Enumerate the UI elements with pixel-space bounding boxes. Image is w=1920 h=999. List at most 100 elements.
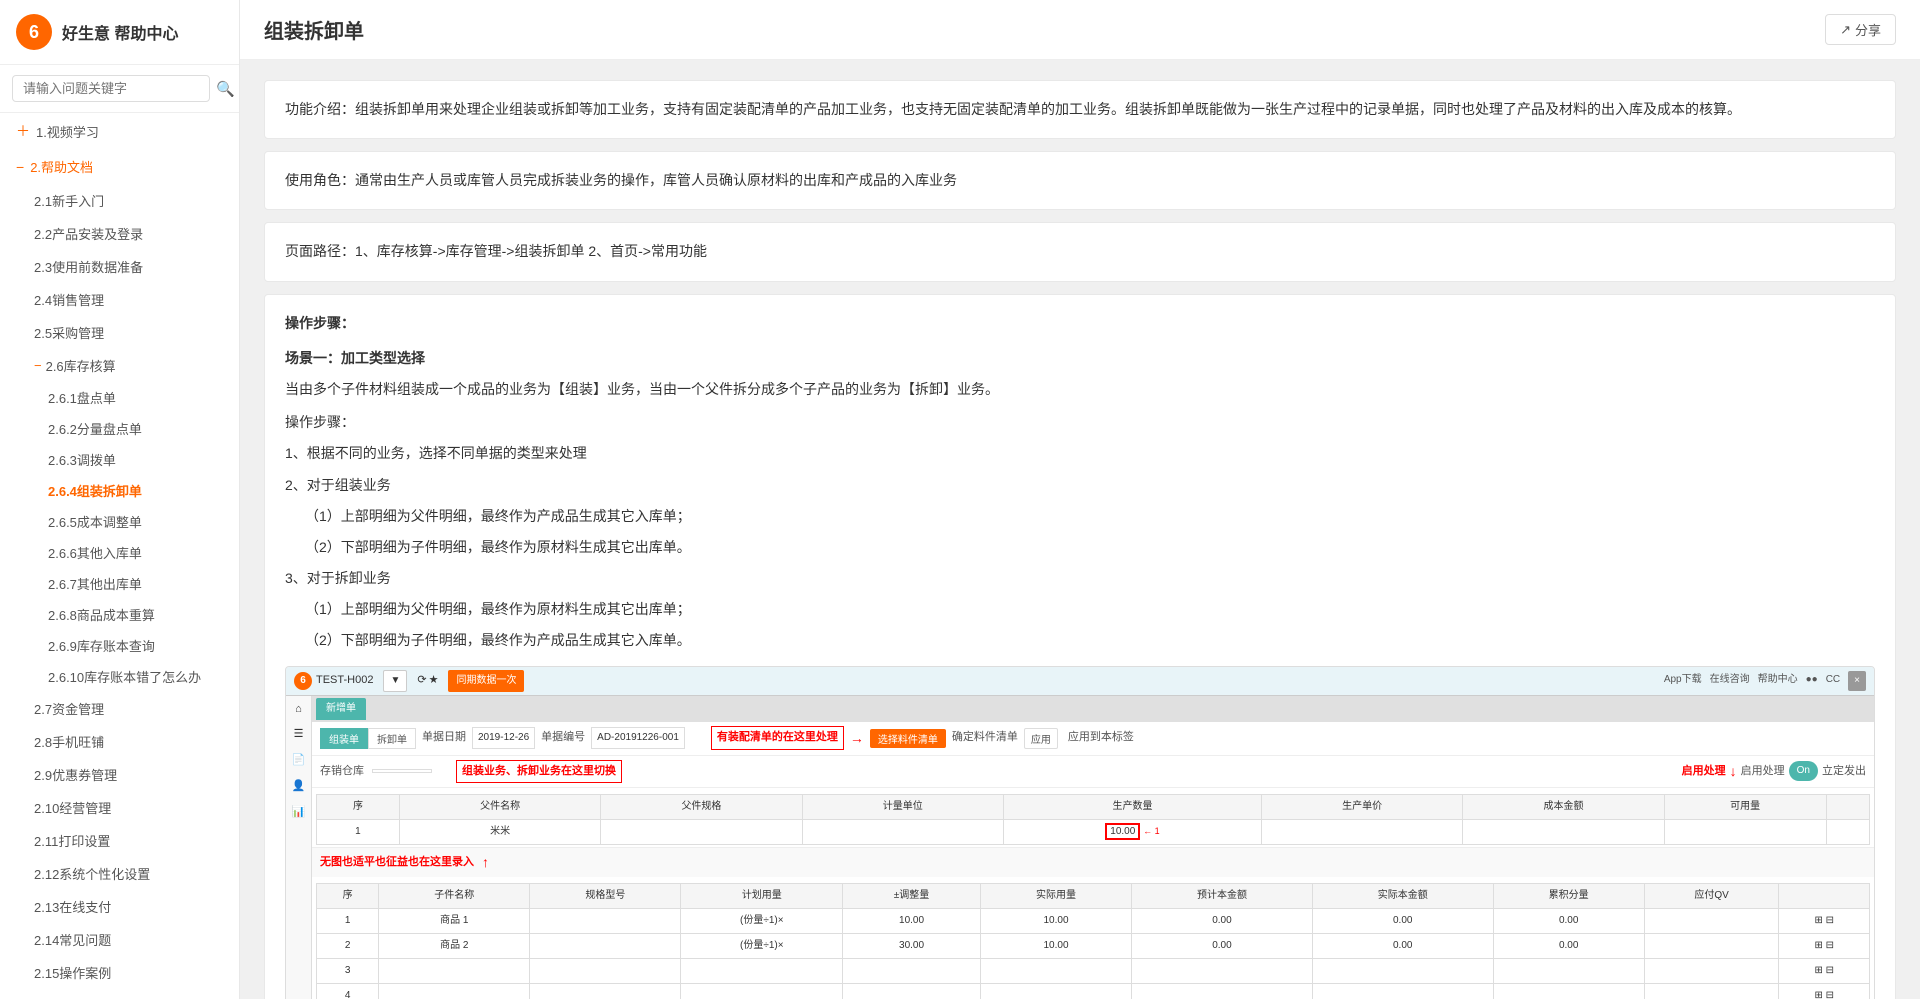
sidebar-item-install[interactable]: 2.2产品安装及登录 <box>0 217 239 250</box>
sidebar-item-docs[interactable]: − 2.帮助文档 <box>0 149 239 184</box>
step3: 3、对于拆卸业务 <box>285 566 1875 591</box>
sidebar-item-print[interactable]: 2.11打印设置 <box>0 824 239 857</box>
search-area: 🔍 <box>0 65 239 113</box>
mock-th-unit: 计量单位 <box>802 795 1003 820</box>
mock-child-table: 序 子件名称 规格型号 计划用量 ±调整量 实际用量 预计本金额 实际本金额 <box>316 883 1870 999</box>
nav-section: ＋ 1.视频学习 − 2.帮助文档 2.1新手入门 2.2产品安装及登录 2.3… <box>0 113 239 989</box>
mock-body: ⌂ ☰ 📄 👤 📊 新增单 <box>286 696 1874 999</box>
mock-child-th-name: 子件名称 <box>379 884 530 909</box>
sidebar-item-ops[interactable]: 2.10经营管理 <box>0 791 239 824</box>
mock-child-th-plan: 计划用量 <box>681 884 843 909</box>
table-row: 4⊞ ⊟ <box>317 984 1870 999</box>
mock-people-icon: 👤 <box>292 777 306 797</box>
logo-area: 6 好生意 帮助中心 <box>0 0 239 65</box>
sidebar-item-faq[interactable]: 2.14常见问题 <box>0 923 239 956</box>
sidebar-item-sales[interactable]: 2.4销售管理 <box>0 283 239 316</box>
sidebar-item-cost-recalc[interactable]: 2.6.8商品成本重算 <box>0 599 239 630</box>
sidebar-item-data-prep[interactable]: 2.3使用前数据准备 <box>0 250 239 283</box>
mock-td-name: 米米 <box>399 820 600 845</box>
mock-child-th-acc: 累积分量 <box>1493 884 1644 909</box>
sidebar-item-video[interactable]: ＋ 1.视频学习 <box>0 113 239 149</box>
table-row: 3⊞ ⊟ <box>317 959 1870 984</box>
sidebar-item-finance[interactable]: 2.7资金管理 <box>0 692 239 725</box>
mock-th-price: 生产单价 <box>1261 795 1462 820</box>
sidebar-item-label: 1.视频学习 <box>36 122 99 141</box>
mock-th-parent-spec: 父件规格 <box>601 795 802 820</box>
mock-td-spec <box>601 820 802 845</box>
sidebar-item-partial-stock[interactable]: 2.6.2分量盘点单 <box>0 413 239 444</box>
mock-td-seq: 1 <box>317 820 400 845</box>
mock-tab-bar: 新增单 <box>312 696 1874 722</box>
arrow-icon-1: → <box>850 726 864 751</box>
page-title: 组装拆卸单 <box>264 15 364 44</box>
steps-sub-title: 操作步骤： <box>285 410 1875 435</box>
main-body: 功能介绍：组装拆卸单用来处理企业组装或拆卸等加工业务，支持有固定装配清单的产品加… <box>240 60 1920 999</box>
mock-child-th-qv: 应付QV <box>1644 884 1779 909</box>
mock-list-icon: ☰ <box>294 725 304 745</box>
mock-td-action <box>1826 820 1869 845</box>
sidebar-item-assembly[interactable]: 2.6.4组装拆卸单 <box>0 475 239 506</box>
annotation-text-4: 无图也适平也征益也在这里录入 <box>320 853 474 873</box>
sidebar-item-ledger-fix[interactable]: 2.6.10库存账本错了怎么办 <box>0 661 239 692</box>
mock-right-controls: 启用处理 ↓ 启用处理 On 立定发出 <box>1682 759 1866 784</box>
mock-disassemble-btn[interactable]: 拆卸单 <box>368 728 416 749</box>
mock-child-th-spec: 规格型号 <box>530 884 681 909</box>
mock-logo: 6 <box>294 672 312 690</box>
mock-screen: 6 TEST-H002 ▼ ⟳ ★ 同期数据一次 App下载 在线咨询 帮助中心 <box>286 667 1874 999</box>
sidebar-item-cases[interactable]: 2.15操作案例 <box>0 956 239 989</box>
sidebar-item-payment[interactable]: 2.13在线支付 <box>0 890 239 923</box>
screenshot-container: 6 TEST-H002 ▼ ⟳ ★ 同期数据一次 App下载 在线咨询 帮助中心 <box>285 666 1875 999</box>
sidebar-item-mobile[interactable]: 2.8手机旺铺 <box>0 725 239 758</box>
sidebar-item-ledger-query[interactable]: 2.6.9库存账本查询 <box>0 630 239 661</box>
mock-on-toggle[interactable]: On <box>1789 761 1818 781</box>
sidebar-item-coupon[interactable]: 2.9优惠券管理 <box>0 758 239 791</box>
mock-child-th-seq: 序 <box>317 884 379 909</box>
desc-card-1: 功能介绍：组装拆卸单用来处理企业组装或拆卸等加工业务，支持有固定装配清单的产品加… <box>264 80 1896 139</box>
mock-company: TEST-H002 <box>316 671 373 691</box>
mock-select-bom-btn[interactable]: 选择料件清单 <box>870 729 946 748</box>
mock-home-icon: ⌂ <box>295 700 302 720</box>
scene1-title: 场景一：加工类型选择 <box>285 346 1875 371</box>
table-row: 2 商品 2 (份量÷1)× 30.00 10.00 0.00 0.00 <box>317 934 1870 959</box>
mock-left-icons: ⌂ ☰ 📄 👤 📊 <box>286 696 312 999</box>
step1: 1、根据不同的业务，选择不同单据的类型来处理 <box>285 441 1875 466</box>
mock-th-avail: 可用量 <box>1664 795 1826 820</box>
mock-dropdown: ▼ <box>383 670 407 692</box>
sidebar-item-inventory[interactable]: − 2.6库存核算 <box>0 349 239 382</box>
sidebar-item-newbie[interactable]: 2.1新手入门 <box>0 184 239 217</box>
mock-type-toggle: 组装单 拆卸单 <box>320 728 416 749</box>
mock-td-avail <box>1664 820 1826 845</box>
sidebar-item-out-other[interactable]: 2.6.7其他出库单 <box>0 568 239 599</box>
mock-doc-icon: 📄 <box>292 751 306 771</box>
mock-td-cost <box>1463 820 1664 845</box>
table-row: 1 商品 1 (份量÷1)× 10.00 10.00 0.00 0.00 <box>317 909 1870 934</box>
mock-td-unit <box>802 820 1003 845</box>
mock-apply-btn[interactable]: 应用 <box>1024 728 1058 749</box>
sidebar-item-transfer[interactable]: 2.6.3调拨单 <box>0 444 239 475</box>
mock-date-input: 2019-12-26 <box>472 727 535 749</box>
mock-th-ops <box>1826 795 1869 820</box>
sidebar-item-in-other[interactable]: 2.6.6其他入库单 <box>0 537 239 568</box>
mock-child-th-adj: ±调整量 <box>843 884 981 909</box>
mock-assemble-btn[interactable]: 组装单 <box>320 728 368 749</box>
sidebar-item-settings[interactable]: 2.12系统个性化设置 <box>0 857 239 890</box>
search-input[interactable] <box>12 75 210 102</box>
sidebar-item-stock-check[interactable]: 2.6.1盘点单 <box>0 382 239 413</box>
sidebar-item-purchase[interactable]: 2.5采购管理 <box>0 316 239 349</box>
mock-right-area: 新增单 组装单 拆卸单 单据日期 2019-12-26 单据编号 <box>312 696 1874 999</box>
minus-icon: − <box>16 159 24 175</box>
mock-th-seq: 序 <box>317 795 400 820</box>
mock-topbar-right: App下载 在线咨询 帮助中心 ●● CC × <box>1664 671 1866 691</box>
plus-icon: ＋ <box>16 121 30 141</box>
mock-child-table-area: 序 子件名称 规格型号 计划用量 ±调整量 实际用量 预计本金额 实际本金额 <box>312 877 1874 999</box>
sidebar-item-cost-adj[interactable]: 2.6.5成本调整单 <box>0 506 239 537</box>
annotation-text-2: 组装业务、拆卸业务在这里切换 <box>456 760 622 784</box>
desc-text-1: 功能介绍：组装拆卸单用来处理企业组装或拆卸等加工业务，支持有固定装配清单的产品加… <box>285 101 1741 117</box>
search-button[interactable]: 🔍 <box>216 80 235 98</box>
mock-td-price <box>1261 820 1462 845</box>
steps-title: 操作步骤： <box>285 311 1875 336</box>
share-button[interactable]: ↗ 分享 <box>1825 14 1896 45</box>
arrow-up-icon: ↑ <box>482 850 489 875</box>
mock-child-th-est-cost: 预计本金额 <box>1132 884 1313 909</box>
arrow-down-icon: ↓ <box>1730 759 1737 784</box>
